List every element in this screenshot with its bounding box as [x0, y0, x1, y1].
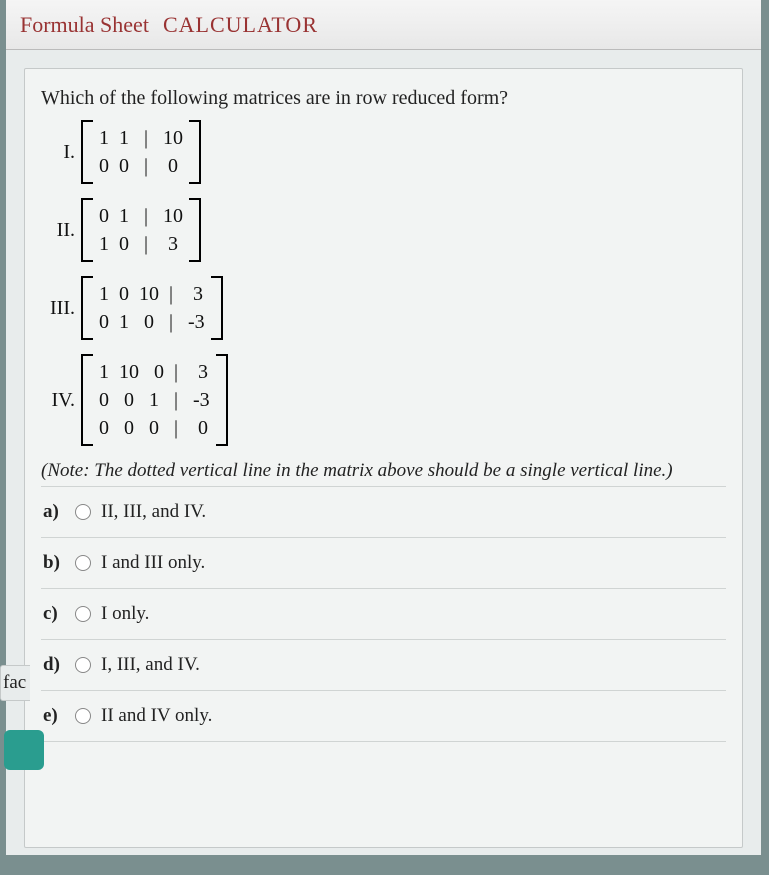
matrix-II: II. 0 1 | 10 1 0 | 3 — [41, 198, 726, 262]
option-a[interactable]: a) II, III, and IV. — [41, 486, 726, 537]
bracket-left-icon — [81, 198, 91, 262]
matrix-row: 1 0 | 3 — [99, 230, 183, 258]
matrix-label: I. — [41, 141, 75, 164]
bracket-right-icon — [218, 354, 228, 446]
bracket-left-icon — [81, 276, 91, 340]
matrix-row: 0 1 0 | -3 — [99, 308, 205, 336]
titlebar: Formula Sheet CALCULATOR — [6, 0, 761, 50]
option-d[interactable]: d) I, III, and IV. — [41, 639, 726, 690]
matrix-label: III. — [41, 297, 75, 320]
bracket-right-icon — [213, 276, 223, 340]
app-window: Formula Sheet CALCULATOR fac Which of th… — [6, 0, 761, 855]
matrix-label: II. — [41, 219, 75, 242]
formula-sheet-tab[interactable]: Formula Sheet — [20, 12, 149, 38]
option-text: I only. — [101, 603, 149, 625]
matrix-row: 1 0 10 | 3 — [99, 280, 205, 308]
option-b[interactable]: b) I and III only. — [41, 537, 726, 588]
matrix-row: 1 1 | 10 — [99, 124, 183, 152]
bracket-right-icon — [191, 120, 201, 184]
bracket-right-icon — [191, 198, 201, 262]
option-letter: a) — [43, 501, 65, 523]
option-text: I and III only. — [101, 552, 205, 574]
matrix-I: I. 1 1 | 10 0 0 | 0 — [41, 120, 726, 184]
question-text: Which of the following matrices are in r… — [41, 87, 726, 110]
radio-icon[interactable] — [75, 504, 91, 520]
matrix-III: III. 1 0 10 | 3 0 1 0 | -3 — [41, 276, 726, 340]
bracket-left-icon — [81, 120, 91, 184]
option-text: II, III, and IV. — [101, 501, 206, 523]
option-text: I, III, and IV. — [101, 654, 200, 676]
help-widget[interactable] — [4, 730, 44, 770]
option-letter: c) — [43, 603, 65, 625]
matrix-row: 0 0 0 | 0 — [99, 414, 210, 442]
bracket-left-icon — [81, 354, 91, 446]
option-letter: d) — [43, 654, 65, 676]
matrix-row: 0 1 | 10 — [99, 202, 183, 230]
radio-icon[interactable] — [75, 657, 91, 673]
matrix-row: 1 10 0 | 3 — [99, 358, 210, 386]
matrix-IV: IV. 1 10 0 | 3 0 0 1 | -3 0 0 0 | 0 — [41, 354, 726, 446]
matrix-row: 0 0 | 0 — [99, 152, 183, 180]
sidebar-tab[interactable]: fac — [0, 665, 30, 701]
radio-icon[interactable] — [75, 555, 91, 571]
note-text: (Note: The dotted vertical line in the m… — [41, 460, 726, 482]
option-c[interactable]: c) I only. — [41, 588, 726, 639]
matrix-label: IV. — [41, 389, 75, 412]
option-text: II and IV only. — [101, 705, 212, 727]
matrix-row: 0 0 1 | -3 — [99, 386, 210, 414]
question-panel: Which of the following matrices are in r… — [24, 68, 743, 848]
answer-options: a) II, III, and IV. b) I and III only. c… — [41, 486, 726, 742]
calculator-tab[interactable]: CALCULATOR — [163, 12, 318, 38]
option-letter: e) — [43, 705, 65, 727]
radio-icon[interactable] — [75, 708, 91, 724]
radio-icon[interactable] — [75, 606, 91, 622]
option-letter: b) — [43, 552, 65, 574]
option-e[interactable]: e) II and IV only. — [41, 690, 726, 742]
